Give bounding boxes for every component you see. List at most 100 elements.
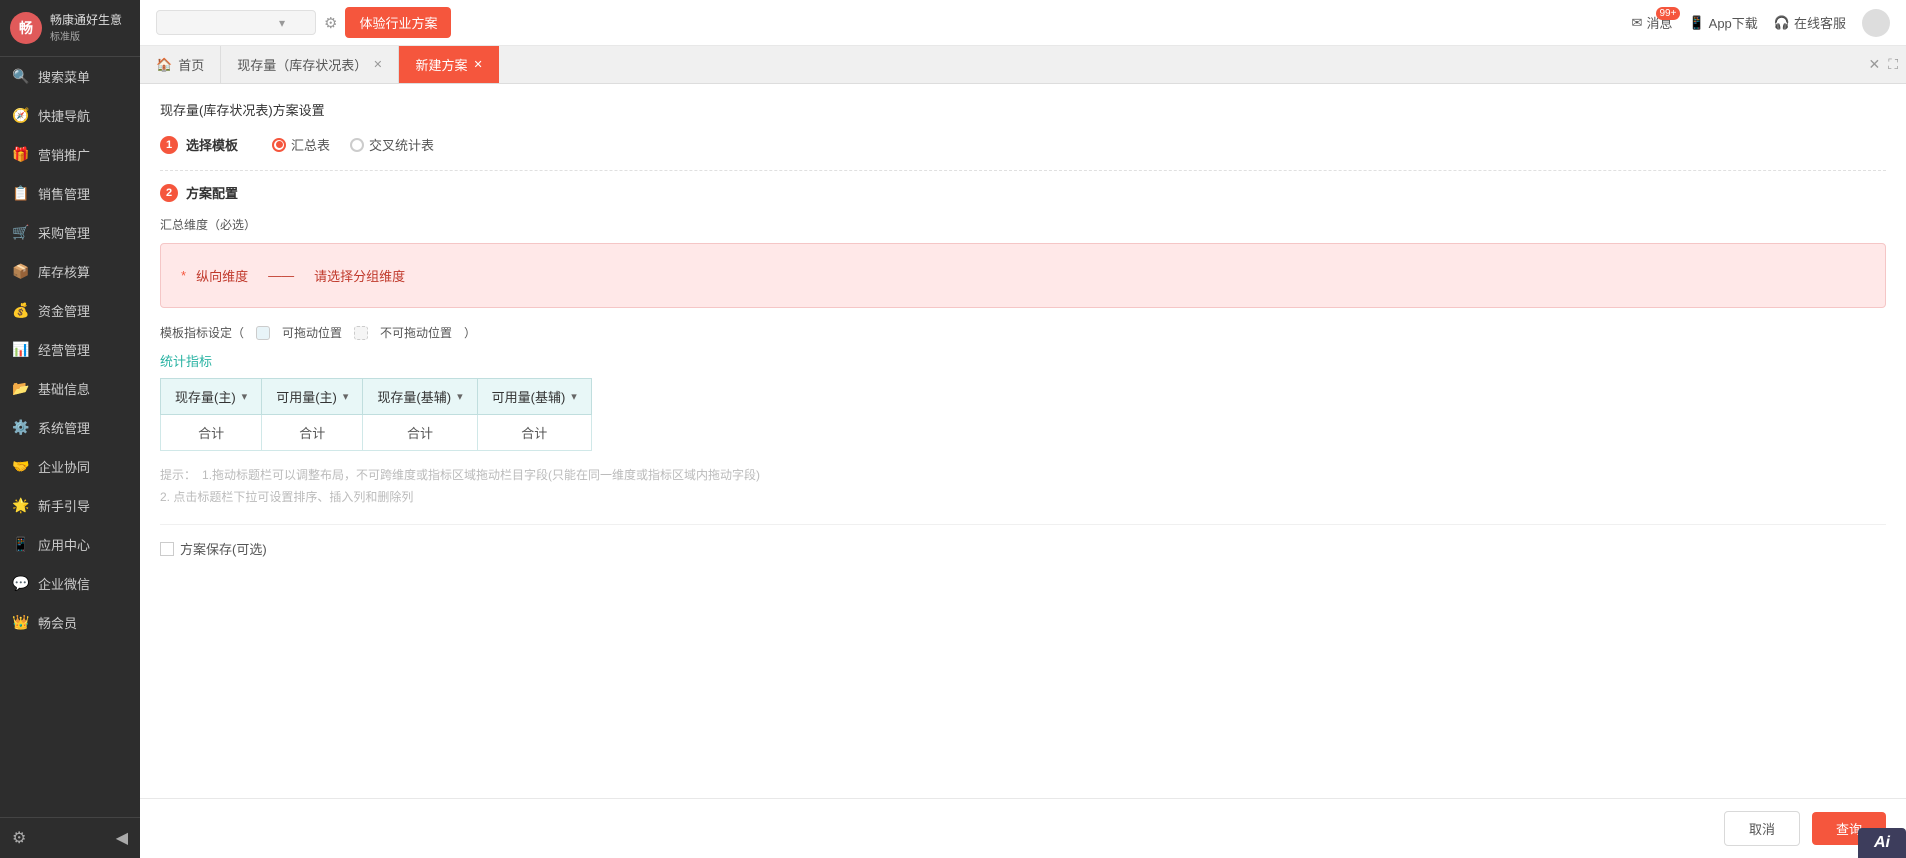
topbar-gear-icon[interactable]: ⚙ [324, 14, 337, 32]
settings-icon[interactable]: ⚙ [12, 828, 26, 848]
tab-home[interactable]: 🏠 首页 [140, 46, 221, 83]
message-badge: 99+ [1656, 7, 1681, 20]
operation-icon: 📊 [12, 341, 30, 359]
summary-dim-label: 汇总维度（必选） [160, 216, 1886, 233]
section2-num: 2 [160, 184, 178, 202]
sidebar-item-search[interactable]: 🔍 搜索菜单 [0, 57, 140, 96]
sidebar-item-sales[interactable]: 📋 销售管理 [0, 174, 140, 213]
table-col-4-header[interactable]: 可用量(基辅) ▾ [477, 379, 591, 415]
indicator-label-row: 模板指标设定（ 可拖动位置 不可拖动位置 ） [160, 324, 1886, 341]
template-options: 汇总表 交叉统计表 [272, 135, 434, 154]
avatar [1862, 9, 1890, 37]
save-plan-label: 方案保存(可选) [180, 539, 267, 558]
tip1-text: 1.拖动标题栏可以调整布局，不可跨维度或指标区域拖动栏目字段(只能在同一维度或指… [202, 465, 760, 487]
main-area: ▾ ⚙ 体验行业方案 ✉ 消息 99+ 📱 App下载 🎧 在线客服 [140, 0, 1906, 858]
section-template: 1 选择模板 汇总表 交叉统计表 [160, 135, 1886, 154]
tab-home-label: 首页 [178, 55, 204, 74]
sales-icon: 📋 [12, 185, 30, 203]
section2-label: 方案配置 [186, 183, 238, 202]
weixin-icon: 💬 [12, 575, 30, 593]
radio-summary-label: 汇总表 [291, 135, 330, 154]
table-col-1-header[interactable]: 现存量(主) ▾ [161, 379, 262, 415]
sidebar-item-label: 营销推广 [38, 145, 90, 164]
sidebar-footer: ⚙ ◀ [0, 817, 140, 858]
app-logo-icon: 畅 [10, 12, 42, 44]
tips-title: 提示： [160, 465, 196, 487]
sidebar-item-label: 采购管理 [38, 223, 90, 242]
col3-label: 现存量(基辅) [377, 387, 451, 406]
tip-row-2: 2. 点击标题栏下拉可设置排序、插入列和删除列 [160, 487, 1886, 509]
sidebar-item-operation[interactable]: 📊 经营管理 [0, 330, 140, 369]
message-btn[interactable]: ✉ 消息 99+ [1632, 13, 1673, 32]
col3-chevron-icon: ▾ [457, 390, 463, 403]
plan-config-body: 汇总维度（必选） * 纵向维度 —— 请选择分组维度 模板指标设定（ 可拖动位置… [160, 216, 1886, 508]
sidebar-item-company[interactable]: 🤝 企业协同 [0, 447, 140, 486]
sidebar-item-guide[interactable]: 🌟 新手引导 [0, 486, 140, 525]
dim-placeholder: 请选择分组维度 [314, 266, 405, 285]
col4-sub: 合计 [477, 415, 591, 451]
tab-inventory-status[interactable]: 现存量（库存状况表） ✕ [221, 46, 399, 83]
trial-btn[interactable]: 体验行业方案 [345, 7, 451, 38]
topbar-search-input[interactable] [165, 15, 275, 30]
sidebar-item-member[interactable]: 👑 畅会员 [0, 603, 140, 642]
sidebar-item-appstore[interactable]: 📱 应用中心 [0, 525, 140, 564]
tabbar-right: ✕ ⛶ [1868, 56, 1906, 73]
dim-label: 纵向维度 [196, 266, 248, 285]
sidebar-item-basic[interactable]: 📂 基础信息 [0, 369, 140, 408]
tip-row-1: 提示： 1.拖动标题栏可以调整布局，不可跨维度或指标区域拖动栏目字段(只能在同一… [160, 465, 1886, 487]
save-plan-checkbox[interactable] [160, 542, 174, 556]
table-col-2-header[interactable]: 可用量(主) ▾ [262, 379, 363, 415]
headset-icon: 🎧 [1774, 15, 1790, 31]
col2-chevron-icon: ▾ [343, 390, 349, 403]
basic-icon: 📂 [12, 380, 30, 398]
sidebar-item-system[interactable]: ⚙️ 系统管理 [0, 408, 140, 447]
table-header-row: 现存量(主) ▾ 可用量(主) ▾ [161, 379, 592, 415]
customer-service-btn[interactable]: 🎧 在线客服 [1774, 13, 1846, 32]
topbar-left: ▾ ⚙ 体验行业方案 [156, 7, 1620, 38]
page-title: 现存量(库存状况表)方案设置 [160, 100, 1886, 119]
dimension-area[interactable]: * 纵向维度 —— 请选择分组维度 [160, 243, 1886, 308]
table-col-3-header[interactable]: 现存量(基辅) ▾ [363, 379, 477, 415]
gift-icon: 🎁 [12, 146, 30, 164]
tab-inventory-close-icon[interactable]: ✕ [373, 58, 382, 71]
radio-cross-label: 交叉统计表 [369, 135, 434, 154]
ai-button[interactable]: Ai [1858, 828, 1906, 858]
col2-sub: 合计 [262, 415, 363, 451]
tab-new-plan-close-icon[interactable]: ✕ [473, 58, 482, 71]
user-menu[interactable] [1862, 9, 1890, 37]
stats-table: 现存量(主) ▾ 可用量(主) ▾ [160, 378, 592, 451]
app-download-btn[interactable]: 📱 App下载 [1688, 13, 1757, 32]
radio-summary[interactable]: 汇总表 [272, 135, 330, 154]
tab-new-plan[interactable]: 新建方案 ✕ [399, 46, 498, 83]
section2-header: 2 方案配置 [160, 183, 1886, 202]
sidebar-item-nav[interactable]: 🧭 快捷导航 [0, 96, 140, 135]
tab-expand-icon[interactable]: ⛶ [1888, 56, 1898, 73]
indicator-settings-label: 模板指标设定（ [160, 324, 244, 341]
sidebar-item-marketing[interactable]: 🎁 营销推广 [0, 135, 140, 174]
sidebar-item-purchase[interactable]: 🛒 采购管理 [0, 213, 140, 252]
section1-label: 选择模板 [186, 135, 238, 154]
topbar-right: ✉ 消息 99+ 📱 App下载 🎧 在线客服 [1632, 9, 1890, 37]
chevron-down-icon[interactable]: ▾ [279, 16, 285, 30]
tab-close-all-icon[interactable]: ✕ [1868, 56, 1880, 73]
tab-new-plan-label: 新建方案 [415, 55, 467, 74]
topbar: ▾ ⚙ 体验行业方案 ✉ 消息 99+ 📱 App下载 🎧 在线客服 [140, 0, 1906, 46]
section1-header: 1 选择模板 汇总表 交叉统计表 [160, 135, 1886, 154]
cancel-button[interactable]: 取消 [1724, 811, 1800, 846]
sidebar-item-weixin[interactable]: 💬 企业微信 [0, 564, 140, 603]
dim-dash: —— [268, 268, 294, 283]
save-plan-row: 方案保存(可选) [160, 524, 1886, 558]
system-icon: ⚙️ [12, 419, 30, 437]
phone-icon: 📱 [1688, 15, 1704, 31]
app-name: 畅康通好生意 [50, 13, 122, 29]
finance-icon: 💰 [12, 302, 30, 320]
radio-cross[interactable]: 交叉统计表 [350, 135, 434, 154]
sidebar-item-label: 快捷导航 [38, 106, 90, 125]
collapse-icon[interactable]: ◀ [116, 828, 128, 848]
radio-summary-circle [272, 138, 286, 152]
sidebar-item-label: 库存核算 [38, 262, 90, 281]
topbar-search-area: ▾ [156, 10, 316, 35]
sidebar-item-finance[interactable]: 💰 资金管理 [0, 291, 140, 330]
member-icon: 👑 [12, 614, 30, 632]
sidebar-item-inventory[interactable]: 📦 库存核算 [0, 252, 140, 291]
